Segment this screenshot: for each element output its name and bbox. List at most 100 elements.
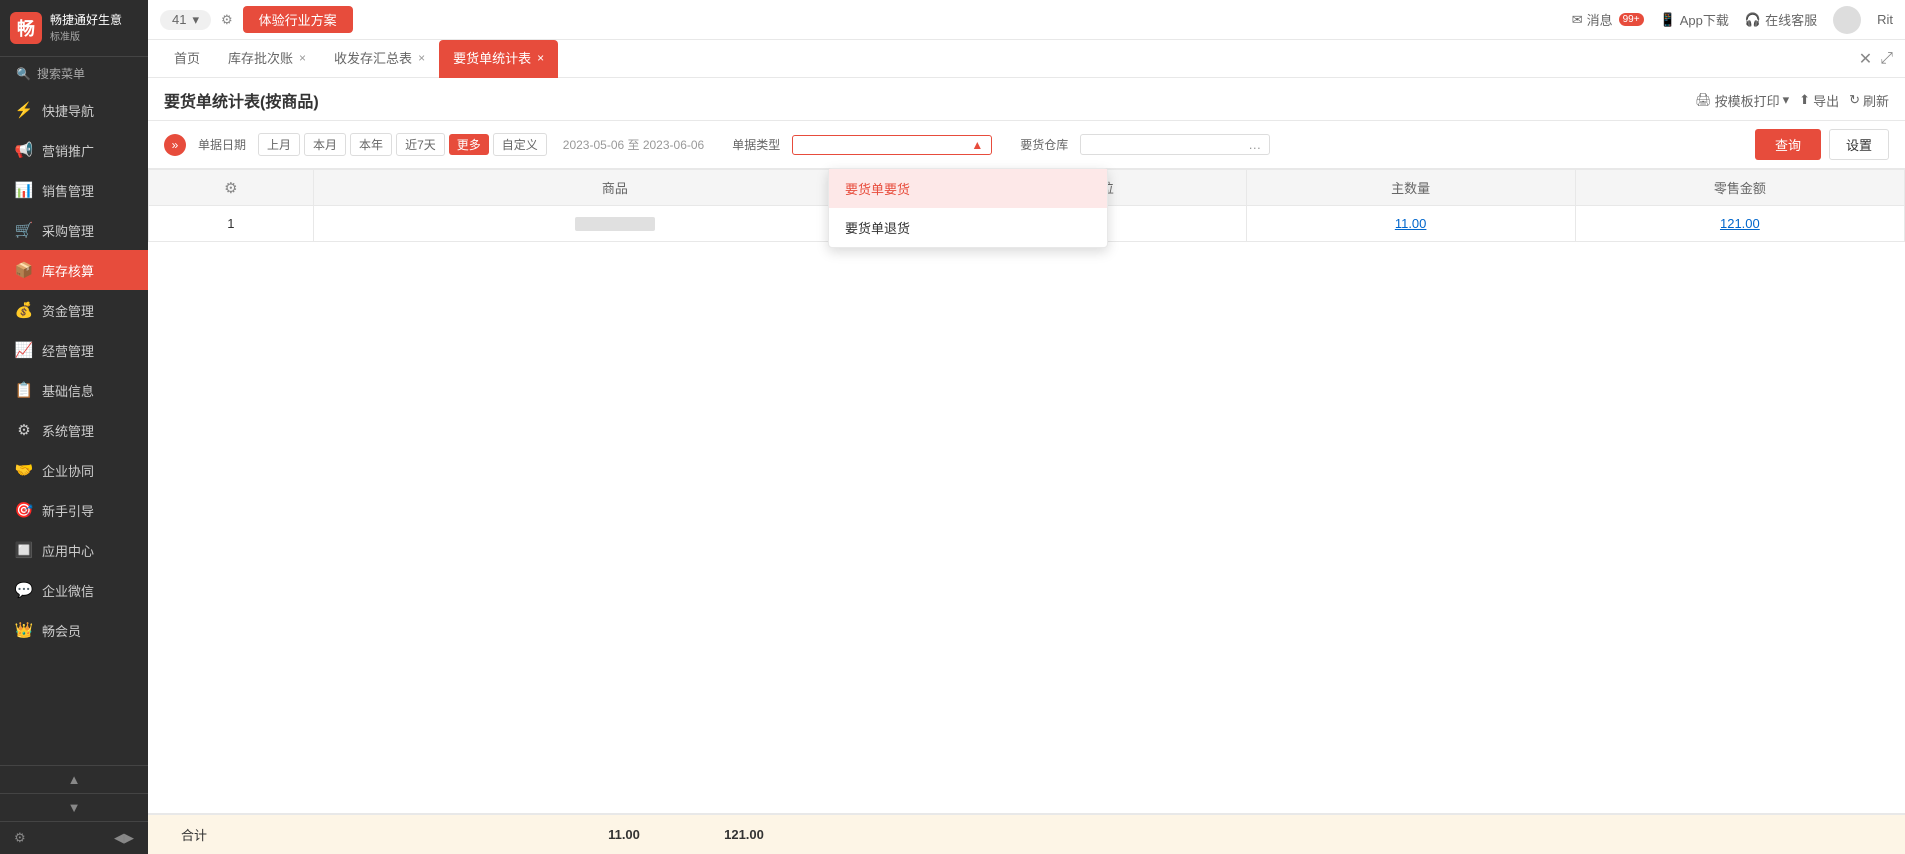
logo-subtitle: 标准版 (50, 28, 122, 43)
tab-order-summary-close[interactable]: × (537, 51, 544, 65)
sidebar-label-sales: 销售管理 (42, 181, 94, 200)
amount-link[interactable]: 121.00 (1720, 216, 1760, 231)
online-service-label: 在线客服 (1765, 10, 1817, 29)
tab-receive-summary[interactable]: 收发存汇总表 × (320, 40, 439, 78)
enterprise-icon: 🤝 (14, 460, 34, 480)
tab-window-expand[interactable]: ⤢ (1880, 50, 1893, 68)
filter-btn-custom[interactable]: 自定义 (493, 133, 547, 156)
sidebar-item-quick-nav[interactable]: ⚡ 快捷导航 (0, 90, 148, 130)
sidebar-bottom: ⚙ ◀▶ (0, 821, 148, 854)
qty-link[interactable]: 11.00 (1395, 216, 1427, 231)
page-title: 要货单统计表(按商品) (164, 88, 319, 112)
filter-btn-7days[interactable]: 近7天 (396, 133, 445, 156)
sidebar-item-finance[interactable]: 💰 资金管理 (0, 290, 148, 330)
sidebar-scroll-down[interactable]: ▼ (0, 793, 148, 821)
sidebar-item-enterprise[interactable]: 🤝 企业协同 (0, 450, 148, 490)
tab-order-summary[interactable]: 要货单统计表 × (439, 40, 558, 78)
topbar-gear-icon[interactable]: ⚙ (221, 12, 233, 28)
total-row: 合计 11.00 121.00 (148, 813, 1905, 854)
sidebar-settings-icon[interactable]: ⚙ (14, 830, 26, 846)
topbar-right: ✉ 消息 99+ 📱 App下载 🎧 在线客服 Rit (1572, 6, 1893, 34)
basic-icon: 📋 (14, 380, 34, 400)
tab-batch-account-close[interactable]: × (299, 51, 306, 65)
phone-icon: 📱 (1660, 12, 1676, 28)
th-goods: 商品 (313, 170, 917, 206)
sidebar-item-inventory[interactable]: 📦 库存核算 (0, 250, 148, 290)
sidebar-item-guide[interactable]: 🎯 新手引导 (0, 490, 148, 530)
sidebar-search[interactable]: 🔍 搜索菜单 (0, 57, 148, 90)
tabs-bar: 首页 库存批次账 × 收发存汇总表 × 要货单统计表 × ✕ ⤢ (148, 40, 1905, 78)
filter-actions: 查询 设置 (1755, 129, 1889, 160)
store-id: 41 (172, 12, 186, 27)
filter-btn-last-month[interactable]: 上月 (258, 133, 300, 156)
filter-date-range: 2023-05-06 至 2023-06-06 (563, 136, 704, 153)
store-selector[interactable]: 41 ▾ (160, 10, 211, 30)
filter-warehouse-dots-icon[interactable]: … (1248, 137, 1261, 152)
avatar[interactable] (1833, 6, 1861, 34)
sidebar-item-wechat[interactable]: 💬 企业微信 (0, 570, 148, 610)
app-download-label: App下载 (1680, 10, 1729, 29)
filter-warehouse-field[interactable] (1089, 138, 1244, 152)
sidebar-item-marketing[interactable]: 📢 营销推广 (0, 130, 148, 170)
tab-home[interactable]: 首页 (160, 40, 214, 78)
export-btn[interactable]: ⬆ 导出 (1799, 91, 1839, 110)
filter-type-field[interactable] (801, 138, 971, 152)
tab-batch-account[interactable]: 库存批次账 × (214, 40, 320, 78)
sidebar-item-basic[interactable]: 📋 基础信息 (0, 370, 148, 410)
sidebar-label-finance: 资金管理 (42, 301, 94, 320)
goods-placeholder (575, 217, 655, 231)
dropdown-item-order-return[interactable]: 要货单退货 (829, 208, 1107, 247)
filter-type-input[interactable]: ▲ (792, 135, 992, 155)
filter-btn-this-month[interactable]: 本月 (304, 133, 346, 156)
total-amount: 121.00 (684, 827, 804, 842)
sidebar-item-purchase[interactable]: 🛒 采购管理 (0, 210, 148, 250)
filter-type-arrow-icon: ▲ (971, 138, 983, 152)
sidebar-item-appstore[interactable]: 🔲 应用中心 (0, 530, 148, 570)
tab-window-close[interactable]: ✕ (1859, 49, 1872, 69)
th-amount: 零售金额 (1575, 170, 1904, 206)
sidebar-item-sales[interactable]: 📊 销售管理 (0, 170, 148, 210)
member-icon: 👑 (14, 620, 34, 640)
sidebar-scroll-up[interactable]: ▲ (0, 765, 148, 793)
filter-type-label: 单据类型 (732, 136, 780, 153)
finance-icon: 💰 (14, 300, 34, 320)
sidebar-item-operations[interactable]: 📈 经营管理 (0, 330, 148, 370)
messages-btn[interactable]: ✉ 消息 99+ (1572, 10, 1644, 29)
total-qty: 11.00 (564, 827, 684, 842)
filter-btn-this-year[interactable]: 本年 (350, 133, 392, 156)
print-icon: 🖨 (1695, 92, 1712, 108)
tabs-bar-right: ✕ ⤢ (1859, 49, 1893, 69)
app-download-btn[interactable]: 📱 App下载 (1660, 10, 1729, 29)
sidebar-collapse-icon[interactable]: ◀▶ (114, 830, 134, 846)
filter-btn-more[interactable]: 更多 (449, 134, 489, 155)
print-btn[interactable]: 🖨 按模板打印 ▾ (1695, 91, 1789, 110)
sales-icon: 📊 (14, 180, 34, 200)
refresh-btn[interactable]: ↻ 刷新 (1849, 91, 1889, 110)
th-settings-icon[interactable]: ⚙ (224, 180, 237, 197)
trial-btn[interactable]: 体验行业方案 (243, 6, 353, 33)
export-icon: ⬆ (1799, 92, 1810, 108)
sidebar-item-member[interactable]: 👑 畅会员 (0, 610, 148, 650)
sidebar-item-system[interactable]: ⚙ 系统管理 (0, 410, 148, 450)
cell-qty: 11.00 (1246, 206, 1575, 242)
appstore-icon: 🔲 (14, 540, 34, 560)
cell-amount: 121.00 (1575, 206, 1904, 242)
settings-btn[interactable]: 设置 (1829, 129, 1889, 160)
filter-expand-btn[interactable]: » (164, 134, 186, 156)
query-btn[interactable]: 查询 (1755, 129, 1821, 160)
tab-batch-account-label: 库存批次账 (228, 48, 293, 67)
logo-title: 畅捷通好生意 (50, 13, 122, 29)
page-header: 要货单统计表(按商品) 🖨 按模板打印 ▾ ⬆ 导出 ↻ 刷新 (148, 78, 1905, 121)
print-arrow-icon: ▾ (1783, 92, 1790, 108)
system-icon: ⚙ (14, 420, 34, 440)
marketing-icon: 📢 (14, 140, 34, 160)
online-service-btn[interactable]: 🎧 在线客服 (1745, 10, 1817, 29)
dropdown-item-order-goods[interactable]: 要货单要货 (829, 169, 1107, 208)
sidebar-label-enterprise: 企业协同 (42, 461, 94, 480)
total-label: 合计 (164, 825, 224, 844)
topbar: 41 ▾ ⚙ 体验行业方案 ✉ 消息 99+ 📱 App下载 🎧 在线客服 Ri… (148, 0, 1905, 40)
tab-receive-summary-close[interactable]: × (418, 51, 425, 65)
filter-warehouse-label: 要货仓库 (1020, 136, 1068, 153)
filter-warehouse-input[interactable]: … (1080, 134, 1270, 155)
cell-goods (313, 206, 917, 242)
